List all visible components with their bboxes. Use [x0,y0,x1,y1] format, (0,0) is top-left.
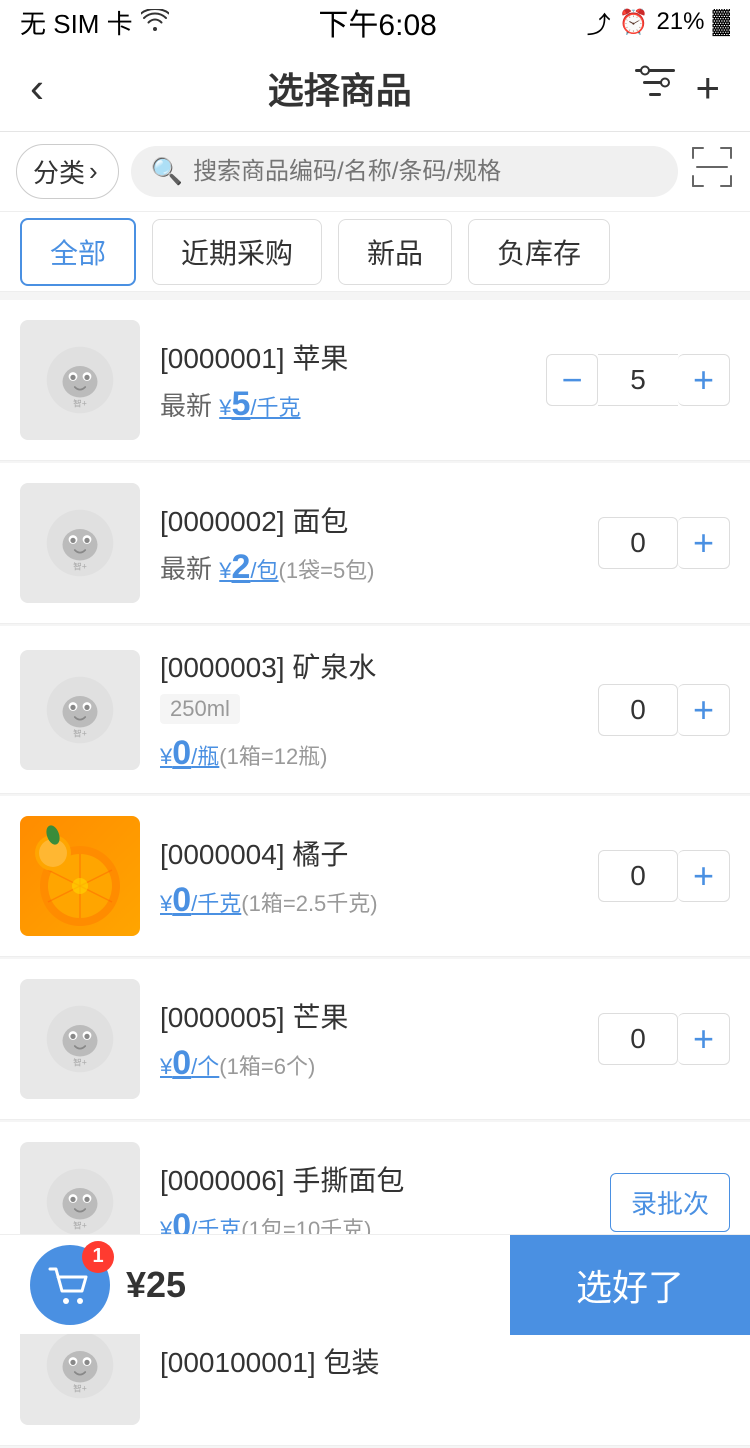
location-icon: ⤴ [587,5,611,40]
status-right: ⤴ ⏰ 21% ▓ [587,5,730,40]
product-name-p4: [0000004] 橘子 [160,833,578,873]
cart-total: ¥25 [126,1264,186,1306]
product-image-p2: 智+ [20,483,140,603]
page-title: 选择商品 [268,62,412,114]
battery-label: 21% [656,8,704,36]
list-item: 智+ [0000005] 芒果 ¥0/个(1箱=6个) + [0,959,750,1120]
product-price-p3: ¥0/瓶(1箱=12瓶) [160,734,578,773]
qty-increase-p2[interactable]: + [678,517,730,569]
search-input[interactable] [193,158,658,186]
product-info-p4: [0000004] 橘子 ¥0/千克(1箱=2.5千克) [140,833,598,920]
category-arrow: › [89,156,98,187]
product-price-p5: ¥0/个(1箱=6个) [160,1044,578,1083]
confirm-button[interactable]: 选好了 [510,1235,750,1335]
product-info-p6: [0000006] 手撕面包 ¥0/千克(1包=10千克) [140,1159,610,1246]
svg-text:智+: 智+ [73,1219,87,1230]
product-info-p3: [0000003] 矿泉水 250ml ¥0/瓶(1箱=12瓶) [140,646,598,773]
cart-button[interactable]: 1 [30,1245,110,1325]
product-info-p2: [0000002] 面包 最新 ¥2/包(1袋=5包) [140,500,598,587]
wifi-icon [141,7,169,38]
qty-increase-p3[interactable]: + [678,684,730,736]
svg-text:智+: 智+ [73,1382,87,1393]
product-name-p5: [0000005] 芒果 [160,996,578,1036]
search-box[interactable]: 🔍 [131,146,678,197]
tab-row: 全部 近期采购 新品 负库存 [0,212,750,292]
time-label: 下午6:08 [318,0,436,44]
filter-row: 分类 › 🔍 [0,132,750,212]
product-image-p4 [20,816,140,936]
product-info-p7: [000100001] 包装 [140,1341,730,1389]
svg-text:智+: 智+ [73,560,87,571]
product-image-p1: 智+ [20,320,140,440]
battery-icon: ▓ [713,8,731,36]
tab-all[interactable]: 全部 [20,218,136,286]
product-name-p3: [0000003] 矿泉水 [160,646,578,686]
search-icon: 🔍 [151,156,183,187]
scan-icon[interactable] [690,145,734,199]
nav-left: ‹ [30,64,44,112]
product-info-p1: [0000001] 苹果 最新 ¥5/千克 [140,337,546,424]
product-name-p6: [0000006] 手撕面包 [160,1159,590,1199]
qty-increase-p5[interactable]: + [678,1013,730,1065]
filter-icon[interactable] [635,65,675,111]
status-bar: 无 SIM 卡 下午6:08 ⤴ ⏰ 21% ▓ [0,0,750,44]
qty-input-p1[interactable] [598,354,678,406]
list-item: 智+ [0000003] 矿泉水 250ml ¥0/瓶(1箱=12瓶) + [0,626,750,794]
alarm-icon: ⏰ [619,8,649,37]
qty-input-p5[interactable] [598,1013,678,1065]
carrier-label: 无 SIM 卡 [20,4,133,41]
svg-text:智+: 智+ [73,397,87,408]
tab-negative[interactable]: 负库存 [468,219,610,285]
product-name-p7: [000100001] 包装 [160,1341,710,1381]
product-price-p1: 最新 ¥5/千克 [160,385,526,424]
qty-control-p4: + [598,850,730,902]
nav-right: + [635,64,720,112]
qty-decrease-p1[interactable]: − [546,354,598,406]
nav-bar: ‹ 选择商品 + [0,44,750,132]
list-item: [0000004] 橘子 ¥0/千克(1箱=2.5千克) + [0,796,750,957]
category-button[interactable]: 分类 › [16,144,119,199]
cart-section: 1 ¥25 [0,1245,510,1325]
qty-control-p1: − + [546,354,730,406]
product-image-p3: 智+ [20,650,140,770]
qty-control-p2: + [598,517,730,569]
qty-control-p3: + [598,684,730,736]
add-icon[interactable]: + [695,64,720,112]
product-name-p1: [0000001] 苹果 [160,337,526,377]
batch-button-p6[interactable]: 录批次 [610,1173,730,1232]
product-image-p5: 智+ [20,979,140,1099]
category-label: 分类 [33,153,85,190]
list-item: 智+ [0000002] 面包 最新 ¥2/包(1袋=5包) + [0,463,750,624]
svg-text:智+: 智+ [73,727,87,738]
status-left: 无 SIM 卡 [20,4,169,41]
qty-increase-p1[interactable]: + [678,354,730,406]
list-item: 智+ [0000001] 苹果 最新 ¥5/千克 − + [0,300,750,461]
product-price-p4: ¥0/千克(1箱=2.5千克) [160,881,578,920]
qty-input-p2[interactable] [598,517,678,569]
product-price-p2: 最新 ¥2/包(1袋=5包) [160,548,578,587]
back-button[interactable]: ‹ [30,64,44,112]
product-name-p2: [0000002] 面包 [160,500,578,540]
cart-badge: 1 [82,1241,114,1273]
qty-increase-p4[interactable]: + [678,850,730,902]
tab-recent[interactable]: 近期采购 [152,219,322,285]
tab-new[interactable]: 新品 [338,219,452,285]
bottom-bar: 1 ¥25 选好了 [0,1234,750,1334]
qty-input-p3[interactable] [598,684,678,736]
svg-text:智+: 智+ [73,1056,87,1067]
qty-input-p4[interactable] [598,850,678,902]
product-spec-p3: 250ml [160,694,240,724]
product-info-p5: [0000005] 芒果 ¥0/个(1箱=6个) [140,996,598,1083]
qty-control-p5: + [598,1013,730,1065]
